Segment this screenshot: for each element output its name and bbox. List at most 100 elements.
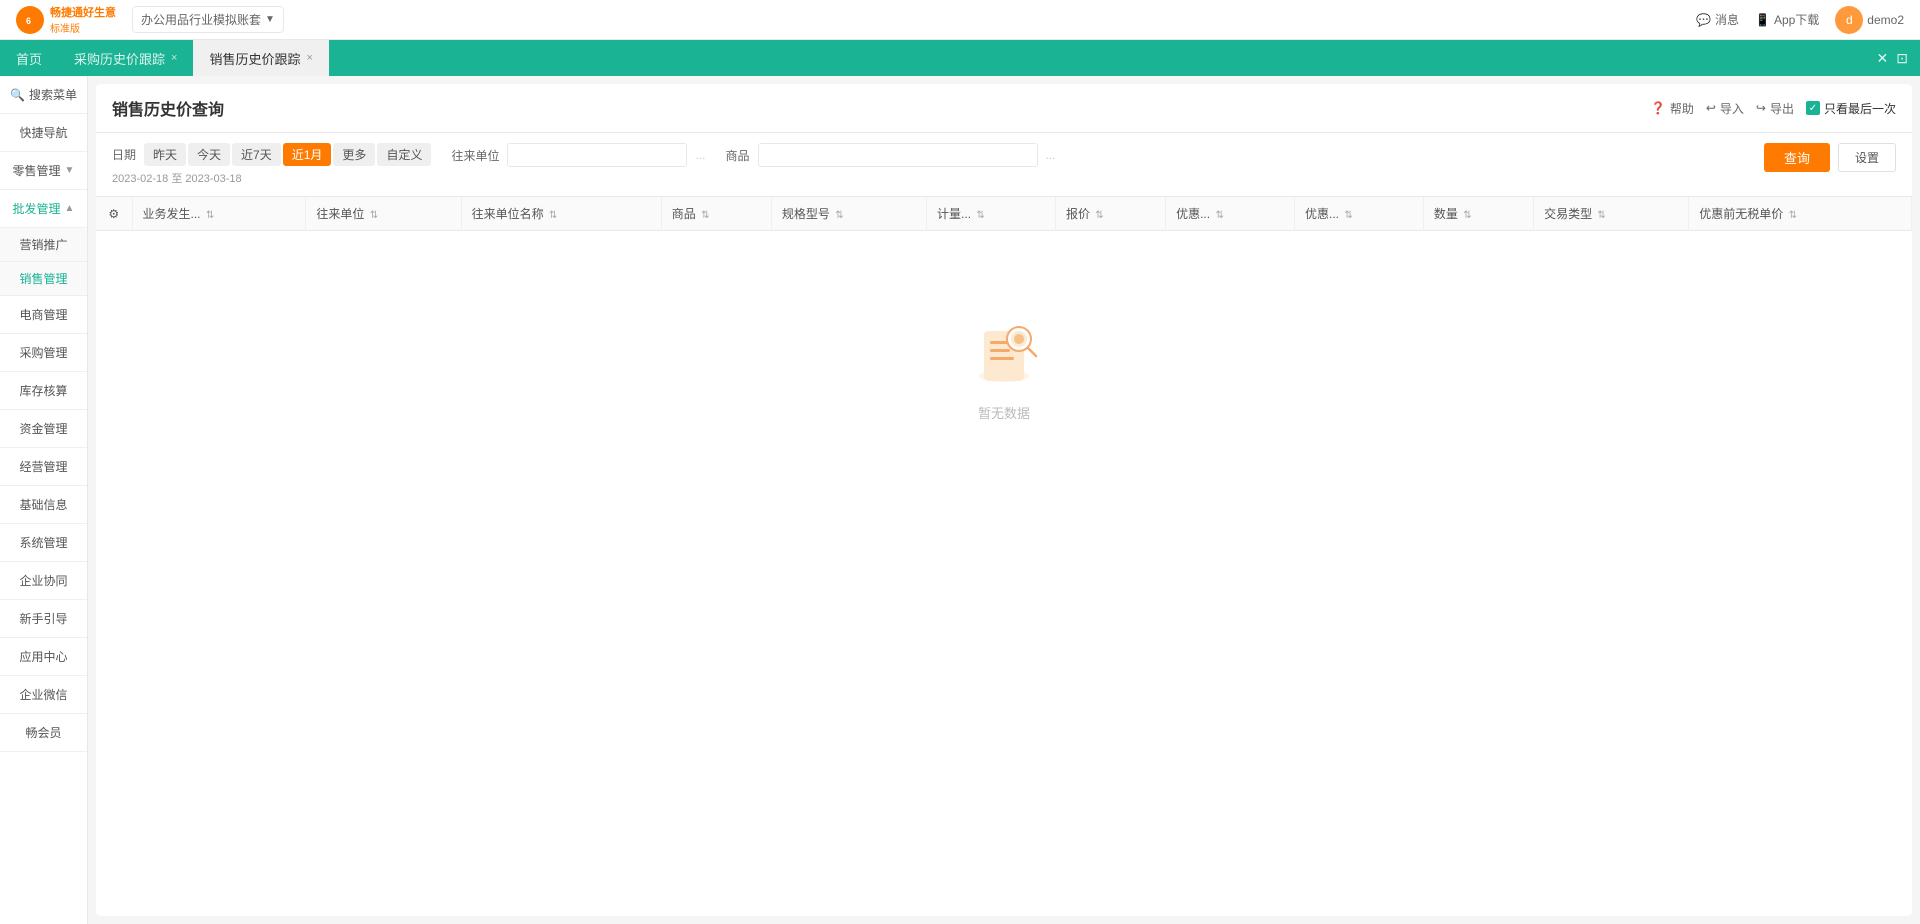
data-table: ⚙ 业务发生... ⇅ 往来单位 ⇅ 往来单位名称 [96,197,1912,231]
th-unit[interactable]: 计量... ⇅ [927,197,1056,231]
sidebar-item-finance[interactable]: 资金管理 [0,410,87,448]
sort-icon: ⇅ [1463,210,1471,221]
app-download-btn[interactable]: 📱 App下载 [1755,11,1819,28]
sidebar-item-search[interactable]: 🔍 搜索菜单 [0,76,87,114]
sidebar-item-wholesale[interactable]: 批发管理 ▲ [0,190,87,228]
query-button[interactable]: 查询 [1764,143,1830,172]
sort-icon: ⇅ [1344,210,1352,221]
page-area: 销售历史价查询 ❓ 帮助 ↩ 导入 ↪ 导出 ✓ [88,76,1920,924]
only-last-checkbox[interactable]: ✓ 只看最后一次 [1806,100,1896,117]
sidebar-item-operations[interactable]: 经营管理 [0,448,87,486]
sidebar-item-new-guide[interactable]: 新手引导 [0,600,87,638]
sidebar-item-marketing[interactable]: 营销推广 [0,228,87,262]
tab-home[interactable]: 首页 [0,40,58,76]
export-btn[interactable]: ↪ 导出 [1756,100,1794,117]
sort-icon: ⇅ [1095,210,1103,221]
th-partner-code[interactable]: 往来单位 ⇅ [306,197,461,231]
date-label: 日期 [112,146,136,163]
tab-purchase-history[interactable]: 采购历史价跟踪 × [58,40,193,76]
page-title: 销售历史价查询 [112,96,224,120]
product-dots[interactable]: ... [1046,148,1056,162]
partner-filter-group: 往来单位 ... [451,143,705,167]
download-icon: 📱 [1755,13,1770,27]
checkbox-checked-icon: ✓ [1806,101,1820,115]
help-btn[interactable]: ❓ 帮助 [1651,100,1694,117]
settings-button[interactable]: 设置 [1838,143,1896,172]
sort-icon: ⇅ [976,210,984,221]
th-quantity[interactable]: 数量 ⇅ [1423,197,1533,231]
top-header: 6 畅捷通好生意 标准版 办公用品行业模拟账套 ▼ 💬 消息 📱 App下载 d… [0,0,1920,40]
partner-label: 往来单位 [451,147,499,164]
chevron-down-icon: ▼ [265,14,275,25]
th-settings[interactable]: ⚙ [96,197,132,231]
th-discount2[interactable]: 优惠... ⇅ [1295,197,1424,231]
sidebar-item-inventory[interactable]: 库存核算 [0,372,87,410]
th-pre-discount-price[interactable]: 优惠前无税单价 ⇅ [1689,197,1912,231]
sort-icon: ⇅ [549,210,557,221]
date-btn-7days[interactable]: 近7天 [232,143,281,166]
close-all-tabs-btn[interactable]: ✕ [1877,50,1889,67]
date-btn-more[interactable]: 更多 [333,143,375,166]
product-input[interactable] [758,143,1038,167]
avatar: d [1835,6,1863,34]
sidebar-item-system[interactable]: 系统管理 [0,524,87,562]
table-container: ⚙ 业务发生... ⇅ 往来单位 ⇅ 往来单位名称 [96,197,1912,916]
th-quote[interactable]: 报价 ⇅ [1055,197,1165,231]
th-spec[interactable]: 规格型号 ⇅ [771,197,926,231]
tab-actions: ✕ ⊡ [1877,50,1920,67]
sort-icon: ⇅ [1597,210,1605,221]
product-filter-group: 商品 ... [725,143,1055,167]
sidebar-item-shortcut[interactable]: 快捷导航 [0,114,87,152]
sort-icon: ⇅ [206,210,214,221]
date-btn-custom[interactable]: 自定义 [377,143,431,166]
th-discount1[interactable]: 优惠... ⇅ [1166,197,1295,231]
tab-sales-close[interactable]: × [306,52,312,64]
tab-purchase-close[interactable]: × [171,52,177,64]
sidebar-item-basic-info[interactable]: 基础信息 [0,486,87,524]
user-menu[interactable]: d demo2 [1835,6,1904,34]
chevron-down-icon: ▼ [65,165,75,176]
empty-text: 暂无数据 [978,403,1030,422]
date-btn-yesterday[interactable]: 昨天 [144,143,186,166]
sidebar-item-enterprise-wechat[interactable]: 企业微信 [0,676,87,714]
export-icon: ↪ [1756,101,1766,115]
table-header-row: ⚙ 业务发生... ⇅ 往来单位 ⇅ 往来单位名称 [96,197,1912,231]
page-content: 销售历史价查询 ❓ 帮助 ↩ 导入 ↪ 导出 ✓ [96,84,1912,916]
message-btn[interactable]: 💬 消息 [1696,11,1739,28]
sort-icon: ⇅ [701,210,709,221]
filter-actions: 查询 设置 [1764,143,1896,172]
sidebar-item-app-center[interactable]: 应用中心 [0,638,87,676]
date-options: 昨天 今天 近7天 近1月 更多 自定义 [144,143,431,166]
date-range-text: 2023-02-18 至 2023-03-18 [112,170,431,186]
restore-btn[interactable]: ⊡ [1896,50,1908,67]
sidebar-item-sales-mgmt[interactable]: 销售管理 [0,262,87,296]
logo-icon: 6 [16,6,44,34]
sidebar-item-retail[interactable]: 零售管理 ▼ [0,152,87,190]
app-selector[interactable]: 办公用品行业模拟账套 ▼ [132,6,284,33]
sidebar-item-enterprise-collab[interactable]: 企业协同 [0,562,87,600]
partner-dots[interactable]: ... [695,148,705,162]
tab-sales-history[interactable]: 销售历史价跟踪 × [193,40,328,76]
logo-text: 畅捷通好生意 标准版 [50,4,116,35]
date-btn-today[interactable]: 今天 [188,143,230,166]
sidebar-item-purchase[interactable]: 采购管理 [0,334,87,372]
th-product[interactable]: 商品 ⇅ [661,197,771,231]
page-header-actions: ❓ 帮助 ↩ 导入 ↪ 导出 ✓ 只看最后一次 [1651,100,1896,117]
empty-state: 暂无数据 [96,231,1912,502]
sidebar-item-member[interactable]: 畅会员 [0,714,87,752]
th-partner-name[interactable]: 往来单位名称 ⇅ [461,197,661,231]
logo-area: 6 畅捷通好生意 标准版 [16,4,116,35]
filter-bar: 日期 昨天 今天 近7天 近1月 更多 自定义 2023-02-18 至 202… [96,133,1912,197]
help-icon: ❓ [1651,101,1666,115]
th-trade-type[interactable]: 交易类型 ⇅ [1534,197,1689,231]
partner-input[interactable] [507,143,687,167]
page-header: 销售历史价查询 ❓ 帮助 ↩ 导入 ↪ 导出 ✓ [96,84,1912,133]
import-btn[interactable]: ↩ 导入 [1706,100,1744,117]
header-right: 💬 消息 📱 App下载 d demo2 [1696,6,1904,34]
sidebar-item-ecommerce[interactable]: 电商管理 [0,296,87,334]
settings-icon: ⚙ [108,207,119,221]
date-btn-1month[interactable]: 近1月 [283,143,332,166]
chevron-up-icon: ▲ [65,203,75,214]
main-layout: 🔍 搜索菜单 快捷导航 零售管理 ▼ 批发管理 ▲ 营销推广 销售管理 电商管理… [0,76,1920,924]
th-business-date[interactable]: 业务发生... ⇅ [132,197,306,231]
